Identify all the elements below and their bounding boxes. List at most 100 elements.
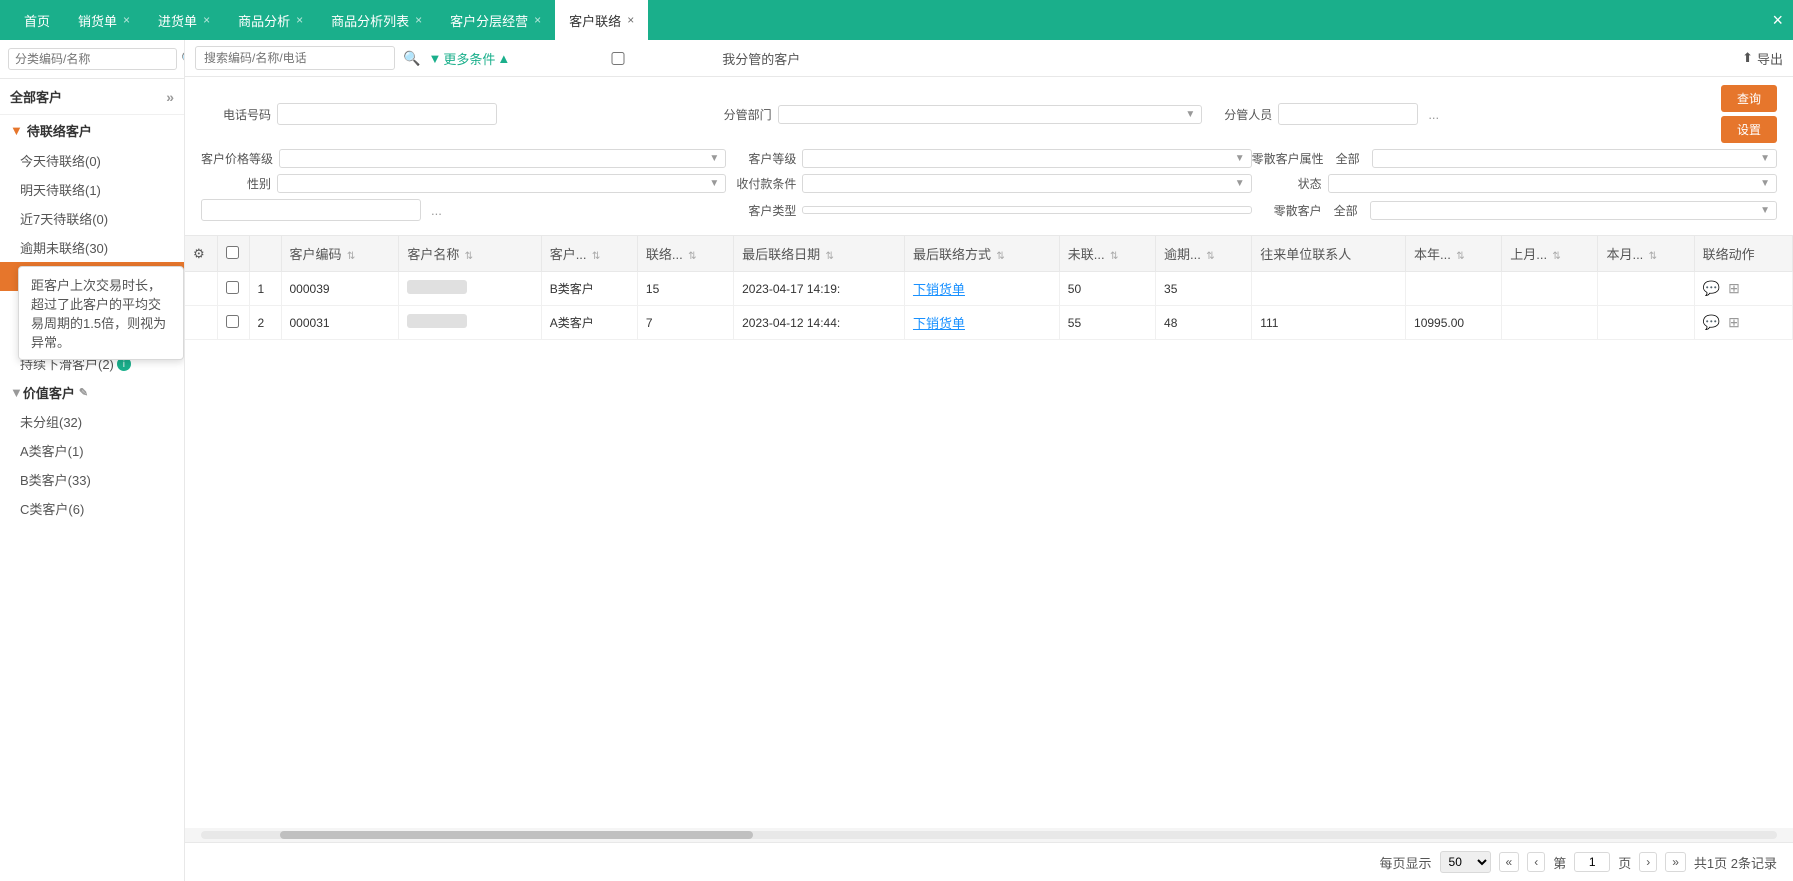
nav-home[interactable]: 首页 [10,0,64,40]
adv-row-3: 性别 ▼ 收付款条件 ▼ 状态 [201,174,1777,193]
retail-attr-select[interactable]: ▼ [1372,149,1777,168]
branch-person-input[interactable] [1278,103,1418,125]
table-row: 1 000039 B类客户 15 2023-04-17 14:19: 下销货单 … [185,272,1793,306]
td-last-method-2[interactable]: 下销货单 [904,306,1059,340]
sort-icon-name: ⇅ [465,251,473,262]
dots-icon-2[interactable]: ... [427,203,446,218]
th-gear[interactable]: ⚙ [185,236,217,272]
query-button[interactable]: 查询 [1721,85,1777,112]
td-last-date-1: 2023-04-17 14:19: [734,272,905,306]
th-last-contact-method[interactable]: 最后联络方式 ⇅ [904,236,1059,272]
sort-icon-lm: ⇅ [1552,251,1560,262]
blurred-name-1 [407,280,467,294]
sidebar-group-value[interactable]: ▼ 价值客户 ✎ [0,378,184,407]
sidebar-item-tomorrow[interactable]: 明天待联络(1) [0,175,184,204]
nav-purchase-order[interactable]: 进货单 × [144,0,224,40]
sidebar-search-icon[interactable]: 🔍 [181,51,185,67]
nav-customer-contact[interactable]: 客户联络 × [555,0,648,40]
gear-icon[interactable]: ⚙ [193,246,205,261]
method-link-2[interactable]: 下销货单 [913,316,965,331]
th-code[interactable]: 客户编码 ⇅ [281,236,399,272]
method-link-1[interactable]: 下销货单 [913,282,965,297]
window-close-button[interactable]: × [1772,11,1783,29]
phone-input[interactable] [277,103,497,125]
price-level-select[interactable]: ▼ [279,149,726,168]
first-page-button[interactable]: « [1499,852,1520,872]
scrollbar-thumb[interactable] [280,831,753,839]
customer-type-select[interactable] [802,206,1251,214]
nav-product-analysis-list[interactable]: 商品分析列表 × [317,0,436,40]
nav-close-sales[interactable]: × [123,13,130,27]
nav-close-product[interactable]: × [296,13,303,27]
td-last-method-1[interactable]: 下销货单 [904,272,1059,306]
sidebar-collapse-icon[interactable]: » [166,89,174,105]
sidebar-search-input[interactable] [8,48,177,70]
th-this-year[interactable]: 本年... ⇅ [1406,236,1502,272]
sidebar-item-a-class[interactable]: A类客户(1) [0,436,184,465]
per-page-select[interactable]: 50 20 100 [1440,851,1491,873]
last-page-button[interactable]: » [1665,852,1686,872]
th-last-contact-date[interactable]: 最后联络日期 ⇅ [734,236,905,272]
action-icon-link-1[interactable]: ⊞ [1728,280,1740,297]
status-select[interactable]: ▼ [1328,174,1777,193]
page-label: 第 [1553,853,1566,872]
nav-customer-layer[interactable]: 客户分层经营 × [436,0,555,40]
nav-sales-order[interactable]: 销货单 × [64,0,144,40]
th-overdue[interactable]: 逾期... ⇅ [1156,236,1252,272]
th-type[interactable]: 客户... ⇅ [541,236,637,272]
th-not-contact[interactable]: 未联... ⇅ [1059,236,1155,272]
nav-close-purchase[interactable]: × [203,13,210,27]
sidebar-item-overdue[interactable]: 逾期未联络(30) [0,233,184,262]
retail-customer-select[interactable]: ▼ [1370,201,1777,220]
th-last-month[interactable]: 上月... ⇅ [1502,236,1598,272]
export-icon: ⬆ [1742,50,1753,66]
export-button[interactable]: ⬆ 导出 [1742,49,1783,68]
customer-level-select[interactable]: ▼ [802,149,1251,168]
triangle-icon-value: ▼ [10,385,23,400]
td-unit-contact-1 [1252,272,1406,306]
sidebar-item-c-class[interactable]: C类客户(6) [0,494,184,523]
sidebar-item-unclassified[interactable]: 未分组(32) [0,407,184,436]
select-all-checkbox[interactable] [226,246,239,259]
row-checkbox-1[interactable] [226,281,239,294]
td-not-contact-1: 50 [1059,272,1155,306]
nav-product-analysis[interactable]: 商品分析 × [224,0,317,40]
search-button[interactable]: 🔍 [403,50,420,67]
settings-button[interactable]: 设置 [1721,116,1777,143]
prev-page-button[interactable]: ‹ [1527,852,1545,872]
branch-dept-select[interactable]: ▼ [778,105,1203,124]
action-icon-chat-1[interactable]: 💬 [1703,280,1720,297]
action-icon-chat-2[interactable]: 💬 [1703,314,1720,331]
table-header-row: ⚙ 客户编码 ⇅ 客户名称 ⇅ [185,236,1793,272]
th-name[interactable]: 客户名称 ⇅ [399,236,541,272]
payment-select[interactable]: ▼ [802,174,1251,193]
sidebar-item-today[interactable]: 今天待联络(0) [0,146,184,175]
dots-icon-1[interactable]: ... [1424,107,1443,122]
page-input[interactable] [1574,852,1610,872]
sidebar-all-customers-header[interactable]: 全部客户 » [0,79,184,115]
th-contact[interactable]: 联络... ⇅ [637,236,733,272]
nav-close-customer-layer[interactable]: × [534,13,541,27]
th-this-month[interactable]: 本月... ⇅ [1598,236,1694,272]
adv-cell-customer-type: 客户类型 [726,202,1251,219]
advanced-filter-panel: 电话号码 分管部门 ▼ 分管人员 ... 查询 设置 [185,77,1793,236]
nav-close-product-list[interactable]: × [415,13,422,27]
action-icon-link-2[interactable]: ⊞ [1728,314,1740,331]
sidebar-group-pending[interactable]: ▼ 待联络客户 [0,115,184,146]
row-checkbox-2[interactable] [226,315,239,328]
td-type-2: A类客户 [541,306,637,340]
my-customers-checkbox[interactable] [518,52,718,65]
extra-input[interactable] [201,199,421,221]
scrollbar-track[interactable] [201,831,1777,839]
gender-select[interactable]: ▼ [277,174,726,193]
sidebar-item-7days[interactable]: 近7天待联络(0) [0,204,184,233]
search-input[interactable] [195,46,395,70]
per-page-label: 每页显示 [1380,853,1432,872]
next-page-button[interactable]: › [1639,852,1657,872]
sidebar-item-b-class[interactable]: B类客户(33) [0,465,184,494]
edit-icon-value[interactable]: ✎ [79,386,88,399]
nav-close-customer-contact[interactable]: × [627,13,634,27]
more-conditions-button[interactable]: ▼ 更多条件 ▲ [428,49,510,68]
td-this-month-2 [1598,306,1694,340]
th-unit-contact[interactable]: 往来单位联系人 [1252,236,1406,272]
